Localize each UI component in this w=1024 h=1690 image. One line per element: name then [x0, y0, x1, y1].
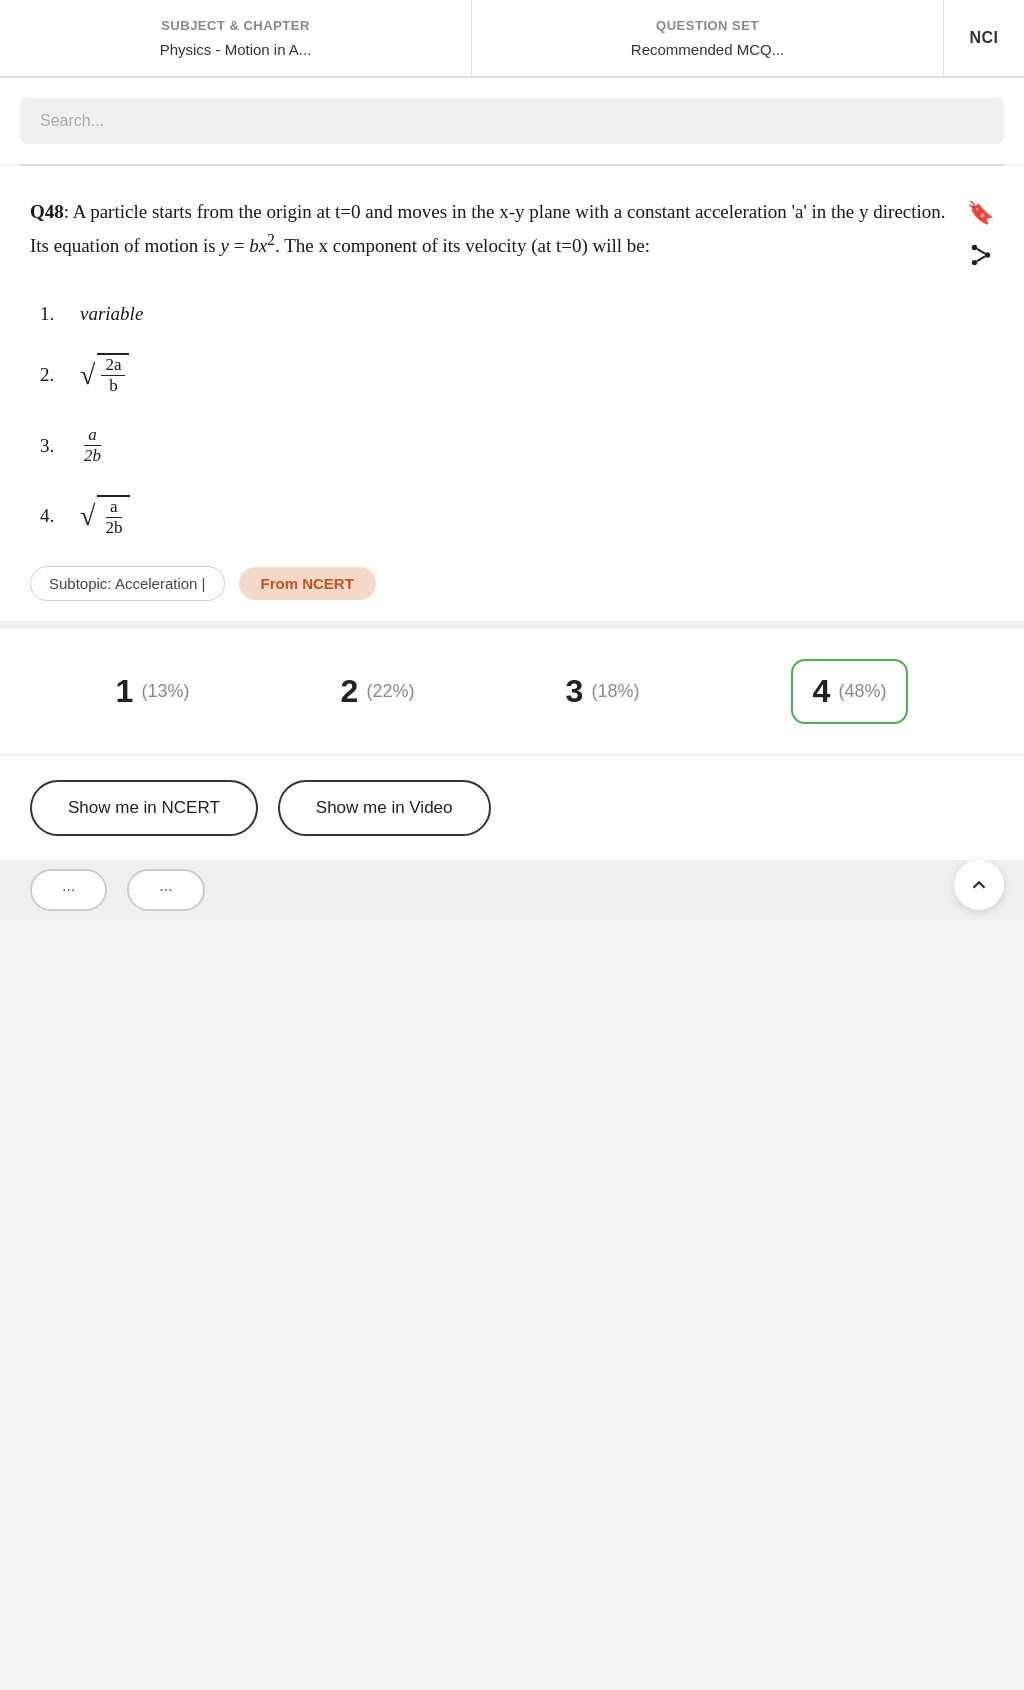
answer-num-1: 1 [116, 673, 134, 710]
action-buttons: Show me in NCERT Show me in Video [0, 754, 1024, 860]
svg-point-2 [971, 260, 976, 265]
svg-line-4 [976, 256, 984, 261]
ncert-badge[interactable]: From NCERT [239, 567, 376, 600]
svg-point-0 [971, 245, 976, 250]
answer-num-4: 4 [813, 673, 831, 710]
chevron-up-button[interactable] [954, 860, 1004, 910]
option-2-expr: √ 2a b [80, 353, 129, 397]
tab-subject-chapter[interactable]: Subject & Chapter Physics - Motion in A.… [0, 0, 472, 76]
answer-num-2: 2 [341, 673, 359, 710]
svg-line-3 [976, 249, 984, 254]
answer-num-3: 3 [566, 673, 584, 710]
question-text: Q48: A particle starts from the origin a… [30, 196, 967, 262]
header-tabs: Subject & Chapter Physics - Motion in A.… [0, 0, 1024, 78]
answer-option-4[interactable]: 4 (48%) [791, 659, 909, 724]
bookmark-icon[interactable]: 🔖 [967, 200, 994, 226]
answer-pct-3: (18%) [591, 681, 639, 702]
share-icon[interactable] [968, 242, 994, 275]
answer-pct-2: (22%) [366, 681, 414, 702]
search-bar-area: Search... [0, 78, 1024, 164]
denom-2: b [105, 376, 122, 396]
search-placeholder: Search... [40, 112, 104, 129]
bottom-partial: ··· ··· [0, 860, 1024, 920]
question-card: Q48: A particle starts from the origin a… [0, 166, 1024, 621]
search-box[interactable]: Search... [20, 98, 1004, 144]
numer-4: a [106, 497, 122, 518]
bottom-btn-1[interactable]: ··· [30, 869, 107, 911]
option-3[interactable]: 3. a 2b [40, 425, 994, 467]
option-4[interactable]: 4. √ a 2b [40, 495, 994, 539]
option-1-text: variable [80, 303, 143, 325]
option-2-num: 2. [40, 364, 70, 386]
answer-option-3[interactable]: 3 (18%) [566, 673, 640, 710]
option-2[interactable]: 2. √ 2a b [40, 353, 994, 397]
tab-question-set-label: Question Set [492, 18, 923, 33]
option-3-num: 3. [40, 435, 70, 457]
question-actions: 🔖 [967, 200, 994, 275]
fraction-4: a 2b [101, 497, 126, 539]
option-2-inner: 2a b [97, 353, 129, 397]
option-4-num: 4. [40, 505, 70, 527]
option-3-expr: a 2b [80, 425, 105, 467]
answer-pct-4: (48%) [838, 681, 886, 702]
tab-subject-chapter-label: Subject & Chapter [20, 18, 451, 33]
subtopic-row: Subtopic: Acceleration | From NCERT [30, 566, 994, 601]
answer-option-1[interactable]: 1 (13%) [116, 673, 190, 710]
fraction-2: 2a b [101, 355, 125, 397]
answer-option-2[interactable]: 2 (22%) [341, 673, 415, 710]
question-number: Q48 [30, 201, 64, 222]
subtopic-label: Subtopic: Acceleration | [30, 566, 225, 601]
show-ncert-button[interactable]: Show me in NCERT [30, 780, 258, 836]
sqrt-symbol-2: √ [80, 361, 95, 389]
option-4-inner: a 2b [97, 495, 130, 539]
tab-ncert-label: NCI [969, 29, 998, 47]
denom-4: 2b [101, 518, 126, 538]
answer-pct-1: (13%) [141, 681, 189, 702]
denom-3: 2b [80, 446, 105, 466]
options-list: 1. variable 2. √ 2a b 3. a 2 [30, 303, 994, 538]
question-header: Q48: A particle starts from the origin a… [30, 196, 994, 275]
tab-question-set[interactable]: Question Set Recommended MCQ... [472, 0, 944, 76]
option-1[interactable]: 1. variable [40, 303, 994, 325]
tab-ncert[interactable]: NCI [944, 0, 1024, 76]
option-1-num: 1. [40, 303, 70, 325]
tab-question-set-value: Recommended MCQ... [492, 41, 923, 58]
bottom-btn-2[interactable]: ··· [127, 869, 204, 911]
show-video-button[interactable]: Show me in Video [278, 780, 491, 836]
answer-stats: 1 (13%) 2 (22%) 3 (18%) 4 (48%) [0, 621, 1024, 754]
sqrt-symbol-4: √ [80, 502, 95, 530]
tab-subject-chapter-value: Physics - Motion in A... [20, 41, 451, 58]
bottom-area: ··· ··· [0, 860, 1024, 920]
fraction-3: a 2b [80, 425, 105, 467]
numer-2: 2a [101, 355, 125, 376]
option-4-expr: √ a 2b [80, 495, 130, 539]
numer-3: a [84, 425, 101, 446]
